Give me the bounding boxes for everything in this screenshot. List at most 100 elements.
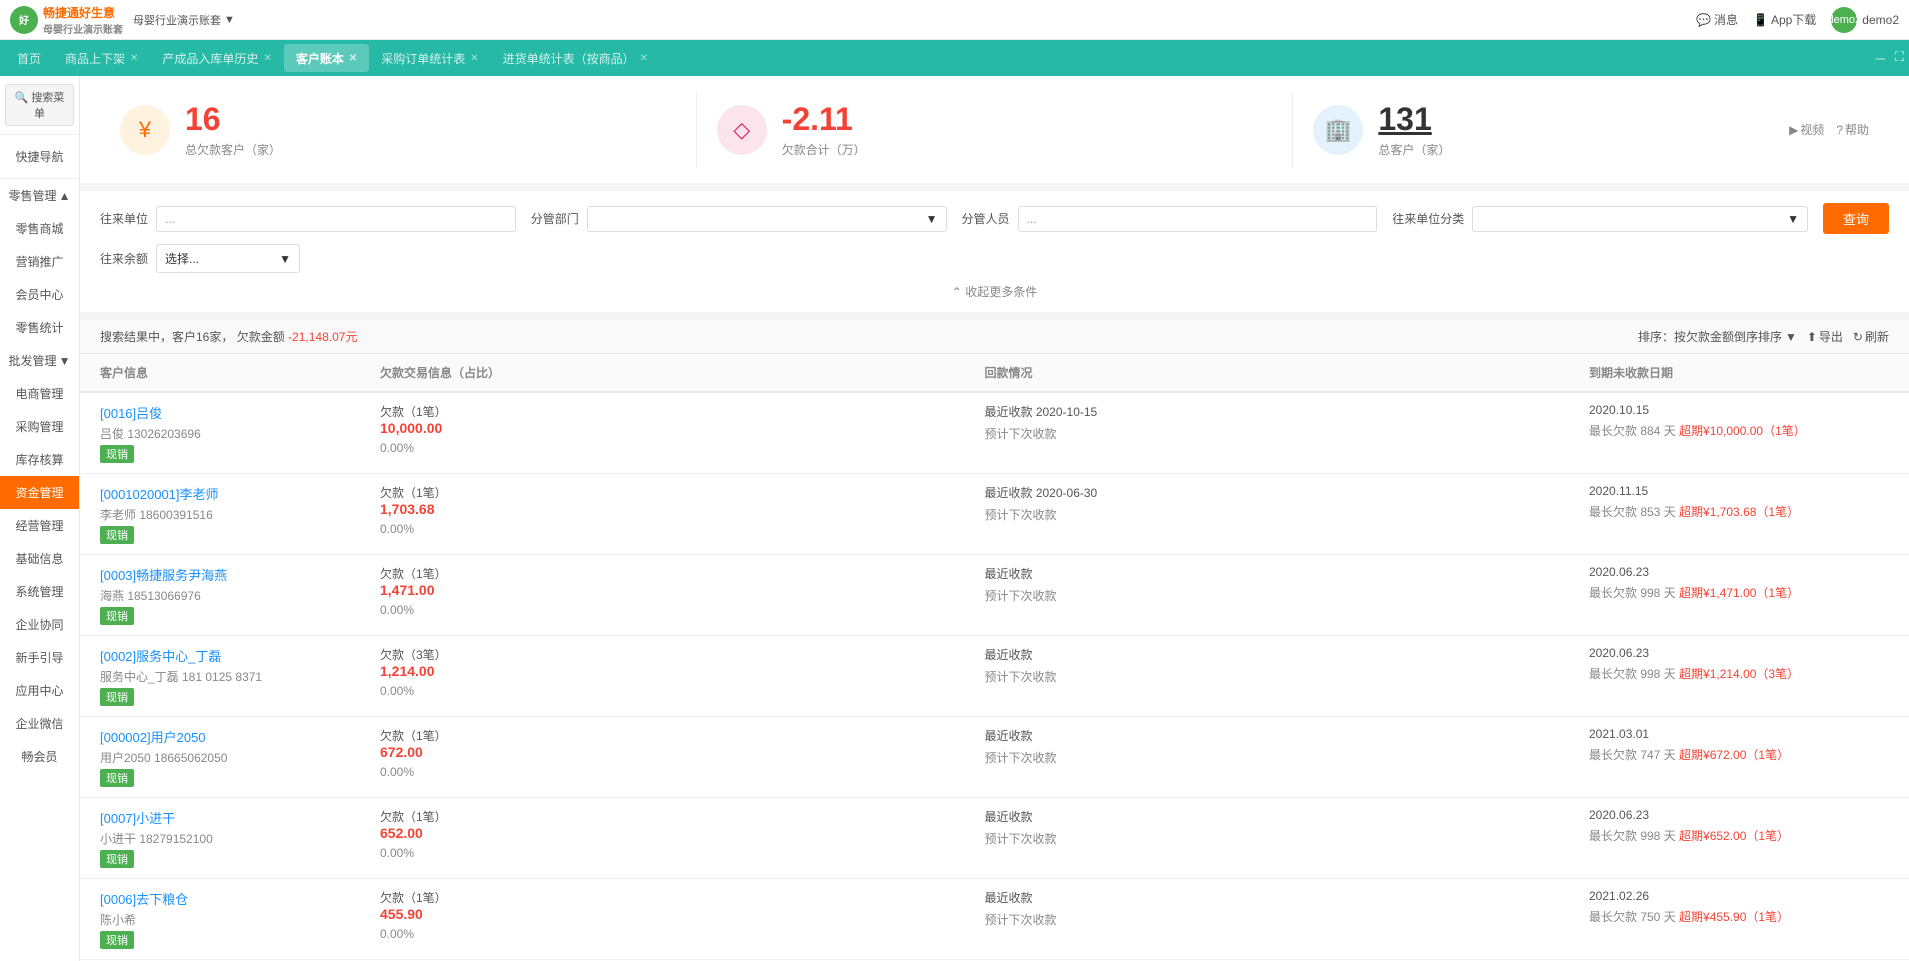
customer-info-0: [0016]吕俊 吕俊 13026203696 现销 xyxy=(100,403,380,463)
sidebar-item-system[interactable]: 系统管理 xyxy=(0,575,79,608)
overdue-link-2[interactable]: 超期¥1,471.00（1笔） xyxy=(1679,586,1799,600)
demo-suite-selector[interactable]: 母婴行业演示账套 ▼ xyxy=(133,12,235,28)
card-label-total: 欠款合计（万） xyxy=(782,141,866,158)
download-icon: 📱 xyxy=(1753,13,1768,27)
debt-percent-0: 0.00% xyxy=(380,441,985,455)
sidebar-item-inventory[interactable]: 库存核算 xyxy=(0,443,79,476)
overdue-link-0[interactable]: 超期¥10,000.00（1笔） xyxy=(1679,424,1806,438)
filter-input-source-unit[interactable]: ... xyxy=(156,206,516,232)
filter-label-unit-category: 往来单位分类 xyxy=(1392,210,1464,227)
debt-amount-6[interactable]: 455.90 xyxy=(380,906,985,922)
tab-purchase-summary[interactable]: 采购订单统计表 ✕ xyxy=(369,44,490,72)
tab-close-production-history[interactable]: ✕ xyxy=(263,53,271,64)
overdue-link-6[interactable]: 超期¥455.90（1笔） xyxy=(1679,910,1789,924)
tab-home[interactable]: 首页 xyxy=(5,44,53,72)
customer-name-5[interactable]: [0007]小进干 xyxy=(100,808,380,827)
sidebar-item-member-center[interactable]: 会员中心 xyxy=(0,278,79,311)
sidebar-item-purchase[interactable]: 采购管理 xyxy=(0,410,79,443)
debt-amount-3[interactable]: 1,214.00 xyxy=(380,663,985,679)
sidebar-item-batch-management[interactable]: 批发管理 ▼ xyxy=(0,344,79,377)
tab-close-inbound-summary[interactable]: ✕ xyxy=(640,53,648,64)
card-number-total: -2.11 xyxy=(782,101,866,138)
due-date-6: 2021.02.26 xyxy=(1589,889,1889,903)
customer-name-3[interactable]: [0002]服务中心_丁磊 xyxy=(100,646,380,665)
sidebar-item-retail-store[interactable]: 零售商城 xyxy=(0,212,79,245)
sidebar-item-marketing[interactable]: 营销推广 xyxy=(0,245,79,278)
sidebar-item-enterprise-wechat[interactable]: 企业微信 xyxy=(0,707,79,740)
collapse-filters-btn[interactable]: ⌃ 收起更多条件 xyxy=(100,283,1889,300)
customer-name-0[interactable]: [0016]吕俊 xyxy=(100,403,380,422)
tab-minimize-btn[interactable]: － xyxy=(1874,49,1887,68)
filter-input-dots: ... xyxy=(165,212,175,226)
debt-amount-0[interactable]: 10,000.00 xyxy=(380,420,985,436)
debt-amount-5[interactable]: 652.00 xyxy=(380,825,985,841)
due-date-3: 2020.06.23 xyxy=(1589,646,1889,660)
card-debt-total: ◇ -2.11 欠款合计（万） xyxy=(697,91,1294,168)
tab-production-history[interactable]: 产成品入库单历史 ✕ xyxy=(150,44,283,72)
tab-customer-account[interactable]: 客户账本 ✕ xyxy=(284,44,369,72)
table-header: 客户信息 欠款交易信息（占比） 回款情况 到期未收款日期 xyxy=(80,354,1909,393)
customer-name-1[interactable]: [0001020001]李老师 xyxy=(100,484,380,503)
top-bar-right: 💬 消息 📱 App下载 demo2 demo2 xyxy=(1696,7,1899,33)
debt-amount-4[interactable]: 672.00 xyxy=(380,744,985,760)
debt-count-1: 欠款（1笔） xyxy=(380,484,985,501)
debt-amount-1[interactable]: 1,703.68 xyxy=(380,501,985,517)
filter-select-unit-category[interactable]: ▼ xyxy=(1472,206,1808,232)
debt-count-5: 欠款（1笔） xyxy=(380,808,985,825)
overdue-link-3[interactable]: 超期¥1,214.00（3笔） xyxy=(1679,667,1799,681)
sort-selector[interactable]: 排序：按欠款金额倒序排序 ▼ xyxy=(1638,328,1797,345)
sidebar-search-btn[interactable]: 🔍 搜索菜单 xyxy=(5,84,74,126)
customer-info-1: [0001020001]李老师 李老师 18600391516 现销 xyxy=(100,484,380,544)
customer-tag-0: 现销 xyxy=(100,445,134,463)
tab-close-purchase-summary[interactable]: ✕ xyxy=(470,53,478,64)
sidebar-item-new-guide[interactable]: 新手引导 xyxy=(0,641,79,674)
sidebar-item-retail-stats[interactable]: 零售统计 xyxy=(0,311,79,344)
filter-input-dots-2: ... xyxy=(1027,212,1037,226)
overdue-link-4[interactable]: 超期¥672.00（1笔） xyxy=(1679,748,1789,762)
chevron-down-icon-batch: ▼ xyxy=(59,354,71,368)
recovery-next-1: 预计下次收款 xyxy=(985,506,1590,523)
help-btn[interactable]: ? 帮助 xyxy=(1836,121,1869,138)
message-btn[interactable]: 💬 消息 xyxy=(1696,11,1738,28)
sidebar-quick-nav: 快捷导航 xyxy=(0,135,79,179)
debt-info-2: 欠款（1笔） 1,471.00 0.00% xyxy=(380,565,985,625)
tab-maximize-btn[interactable]: ⛶ xyxy=(1895,49,1904,68)
video-btn[interactable]: ▶ 视频 xyxy=(1789,121,1824,138)
sidebar-item-enterprise-coop[interactable]: 企业协同 xyxy=(0,608,79,641)
customer-info-2: [0003]畅捷服务尹海燕 海燕 18513066976 现销 xyxy=(100,565,380,625)
tab-inbound-summary[interactable]: 进货单统计表（按商品） ✕ xyxy=(491,44,660,72)
sidebar-item-ecommerce[interactable]: 电商管理 xyxy=(0,377,79,410)
recovery-next-2: 预计下次收款 xyxy=(985,587,1590,604)
query-button[interactable]: 查询 xyxy=(1823,203,1889,234)
filter-unit-category: 往来单位分类 ▼ xyxy=(1392,206,1808,232)
refresh-btn[interactable]: ↻ 刷新 xyxy=(1853,328,1889,345)
filter-input-manager[interactable]: ... xyxy=(1018,206,1378,232)
customer-name-6[interactable]: [0006]去下粮仓 xyxy=(100,889,380,908)
overdue-link-5[interactable]: 超期¥652.00（1笔） xyxy=(1679,829,1789,843)
sidebar-item-app-center[interactable]: 应用中心 xyxy=(0,674,79,707)
sidebar-item-retail-management[interactable]: 零售管理 ▲ xyxy=(0,179,79,212)
tab-close-product-shelf[interactable]: ✕ xyxy=(130,53,138,64)
sidebar-item-basic-info[interactable]: 基础信息 xyxy=(0,542,79,575)
tab-close-customer-account[interactable]: ✕ xyxy=(349,53,357,64)
customer-name-4[interactable]: [000002]用户2050 xyxy=(100,727,380,746)
card-number-customers: 131 xyxy=(1378,101,1450,138)
app-download-btn[interactable]: 📱 App下载 xyxy=(1753,11,1816,28)
filter-area: 往来单位 ... 分管部门 ▼ 分管人员 xyxy=(80,191,1909,312)
customer-name-2[interactable]: [0003]畅捷服务尹海燕 xyxy=(100,565,380,584)
filter-select-dept[interactable]: ▼ xyxy=(587,206,947,232)
sidebar-item-operations[interactable]: 经营管理 xyxy=(0,509,79,542)
debt-amount-2[interactable]: 1,471.00 xyxy=(380,582,985,598)
debt-percent-4: 0.00% xyxy=(380,765,985,779)
export-btn[interactable]: ⬆ 导出 xyxy=(1807,328,1843,345)
sidebar-item-member[interactable]: 畅会员 xyxy=(0,740,79,773)
sidebar-item-quick-nav[interactable]: 快捷导航 xyxy=(0,140,79,173)
app-subtitle: 母婴行业演示账套 xyxy=(43,21,123,36)
due-info-0: 2020.10.15 最长欠款 884 天 超期¥10,000.00（1笔） xyxy=(1589,403,1889,463)
tab-product-shelf[interactable]: 商品上下架 ✕ xyxy=(53,44,150,72)
user-avatar[interactable]: demo2 demo2 xyxy=(1831,7,1899,33)
sidebar-item-finance[interactable]: 资金管理 xyxy=(0,476,79,509)
overdue-link-1[interactable]: 超期¥1,703.68（1笔） xyxy=(1679,505,1799,519)
due-detail-4: 最长欠款 747 天 超期¥672.00（1笔） xyxy=(1589,746,1889,763)
filter-select-balance[interactable]: 选择... ▼ xyxy=(156,244,300,273)
